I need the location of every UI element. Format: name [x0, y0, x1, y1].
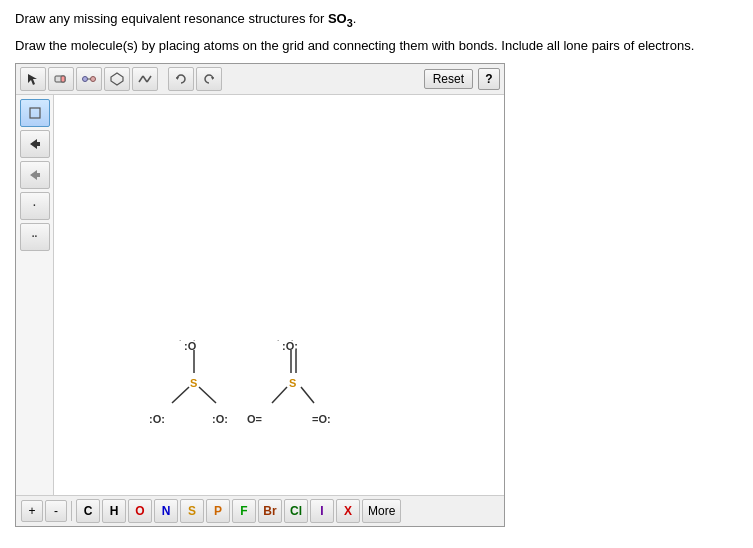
svg-text:·: · — [179, 336, 181, 345]
separator — [71, 501, 72, 521]
svg-text:S: S — [289, 377, 296, 389]
svg-line-9 — [147, 76, 151, 82]
editor-body: · ·· S :O · · :O: :O — [16, 95, 504, 495]
left-arrow2-tool[interactable] — [20, 161, 50, 189]
sulfur-button[interactable]: S — [180, 499, 204, 523]
svg-marker-6 — [111, 73, 123, 85]
svg-marker-0 — [28, 74, 37, 85]
carbon-button[interactable]: C — [76, 499, 100, 523]
svg-line-16 — [172, 387, 189, 403]
svg-marker-13 — [30, 139, 40, 149]
chain-tool[interactable] — [132, 67, 158, 91]
fluorine-button[interactable]: F — [232, 499, 256, 523]
svg-text:S: S — [190, 377, 197, 389]
svg-rect-2 — [61, 76, 65, 82]
bromine-button[interactable]: Br — [258, 499, 282, 523]
svg-point-3 — [83, 76, 88, 81]
svg-marker-14 — [30, 170, 40, 180]
canvas-area[interactable]: S :O · · :O: :O: — [54, 95, 504, 495]
reset-button[interactable]: Reset — [424, 69, 473, 89]
more-button[interactable]: More — [362, 499, 401, 523]
svg-point-4 — [91, 76, 96, 81]
svg-text::O:: :O: — [149, 413, 165, 425]
title-line1: Draw any missing equivalent resonance st… — [15, 10, 738, 31]
left-lone2-tool[interactable]: ·· — [20, 223, 50, 251]
svg-line-17 — [199, 387, 216, 403]
svg-text:·: · — [291, 336, 293, 345]
plus-charge-button[interactable]: + — [21, 500, 43, 522]
help-button[interactable]: ? — [478, 68, 500, 90]
svg-text:O=: O= — [247, 413, 262, 425]
nitrogen-button[interactable]: N — [154, 499, 178, 523]
svg-line-8 — [143, 76, 147, 82]
ring-tool[interactable] — [104, 67, 130, 91]
left-lone-tool[interactable]: · — [20, 192, 50, 220]
minus-charge-button[interactable]: - — [45, 500, 67, 522]
svg-text:·: · — [277, 336, 279, 345]
toolbar: Reset ? — [16, 64, 504, 95]
editor-outer: Reset ? · ·· — [15, 63, 505, 527]
bottom-bar: + - C H O N S P F Br Cl I X More — [16, 495, 504, 526]
left-arrow-tool[interactable] — [20, 130, 50, 158]
redo-tool[interactable] — [196, 67, 222, 91]
svg-line-27 — [301, 387, 314, 403]
svg-line-26 — [272, 387, 287, 403]
subtitle-line: Draw the molecule(s) by placing atoms on… — [15, 37, 738, 55]
svg-text:·: · — [193, 336, 195, 345]
svg-text:=O:: =O: — [312, 413, 331, 425]
bond-tool[interactable] — [76, 67, 102, 91]
svg-text::O:: :O: — [282, 340, 298, 352]
eraser-tool[interactable] — [48, 67, 74, 91]
phosphorus-button[interactable]: P — [206, 499, 230, 523]
halogen-button[interactable]: X — [336, 499, 360, 523]
chlorine-button[interactable]: Cl — [284, 499, 308, 523]
left-select-tool[interactable] — [20, 99, 50, 127]
left-panel: · ·· — [16, 95, 54, 495]
svg-rect-12 — [30, 108, 40, 118]
hydrogen-button[interactable]: H — [102, 499, 126, 523]
undo-tool[interactable] — [168, 67, 194, 91]
svg-text::O:: :O: — [212, 413, 228, 425]
svg-line-7 — [139, 76, 143, 82]
select-tool[interactable] — [20, 67, 46, 91]
iodine-button[interactable]: I — [310, 499, 334, 523]
oxygen-button[interactable]: O — [128, 499, 152, 523]
